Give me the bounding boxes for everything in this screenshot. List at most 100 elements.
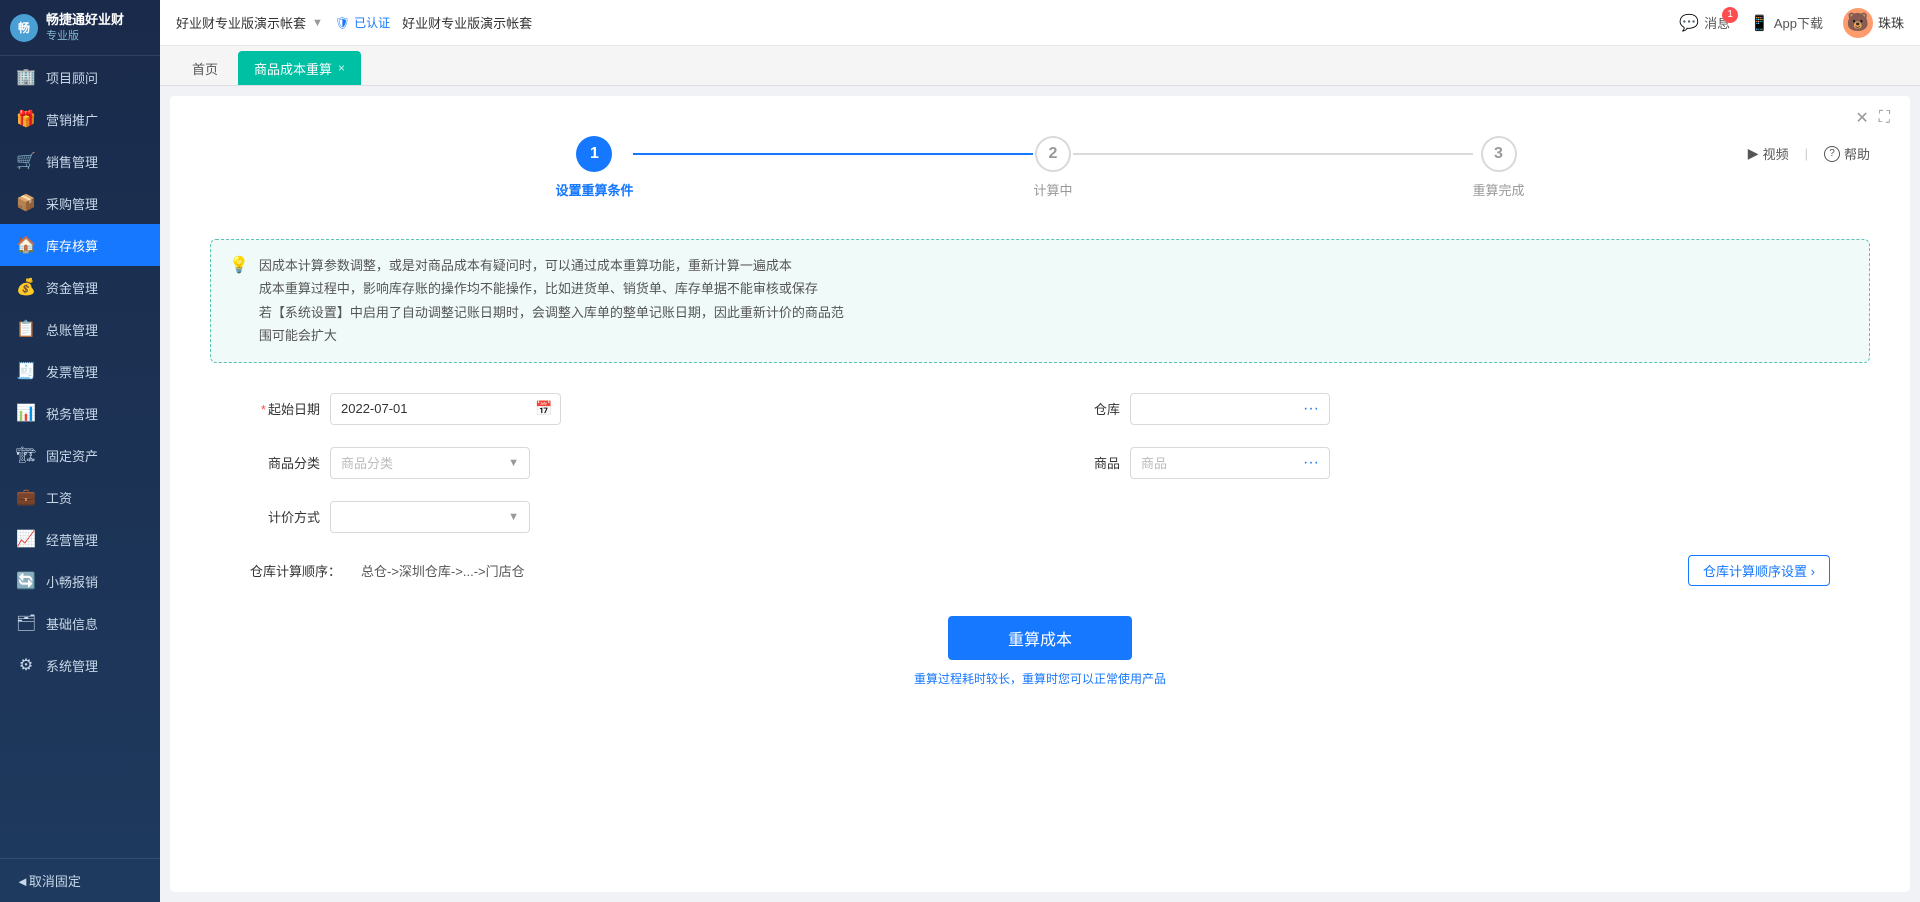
calendar-icon[interactable]: 📅 xyxy=(527,400,560,417)
app-download-button[interactable]: 📱 App下载 xyxy=(1750,13,1823,32)
warehouse-selector[interactable]: ··· xyxy=(1130,393,1330,425)
message-icon: 💬 xyxy=(1679,13,1699,33)
product-placeholder: 商品 xyxy=(1141,453,1297,472)
assets-icon: 🏗 xyxy=(16,445,36,465)
sidebar-item-label: 固定资产 xyxy=(46,446,98,465)
expand-button[interactable]: ⛶ xyxy=(1879,109,1890,127)
product-label: 商品 xyxy=(1050,453,1120,472)
sidebar-item-operations[interactable]: 📈 经营管理 xyxy=(0,518,160,560)
pricing-label: 计价方式 xyxy=(250,507,320,526)
step-2-circle: 2 xyxy=(1035,136,1071,172)
operations-icon: 📈 xyxy=(16,529,36,549)
sidebar-menu: 🏢 项目顾问 🎁 营销推广 🛒 销售管理 📦 采购管理 🏠 库存核算 💰 资金管… xyxy=(0,56,160,858)
sidebar-item-inventory[interactable]: 🏠 库存核算 xyxy=(0,224,160,266)
ellipsis-icon: ··· xyxy=(1303,400,1319,418)
sidebar-item-assets[interactable]: 🏗 固定资产 xyxy=(0,434,160,476)
account-selector[interactable]: 好业财专业版演示帐套 ▼ xyxy=(176,13,323,32)
system-icon: ⚙ xyxy=(16,655,36,675)
step-3-label: 重算完成 xyxy=(1473,180,1525,199)
recalculate-button[interactable]: 重算成本 xyxy=(948,616,1132,660)
sidebar-item-label: 资金管理 xyxy=(46,278,98,297)
start-date-label: *起始日期 xyxy=(250,399,320,418)
info-lightbulb-icon: 💡 xyxy=(229,255,249,275)
sidebar-item-finance[interactable]: 💰 资金管理 xyxy=(0,266,160,308)
verified-badge: 🛡 已认证 xyxy=(335,14,390,31)
sidebar-item-label: 项目顾问 xyxy=(46,68,98,87)
info-box: 💡 因成本计算参数调整，或是对商品成本有疑问时，可以通过成本重算功能，重新计算一… xyxy=(210,239,1870,363)
info-line-2: 成本重算过程中，影响库存账的操作均不能操作，比如进货单、销货单、库存单据不能审核… xyxy=(259,277,844,300)
sidebar-item-purchase[interactable]: 📦 采购管理 xyxy=(0,182,160,224)
main-area: 好业财专业版演示帐套 ▼ 🛡 已认证 好业财专业版演示帐套 💬 消息 1 📱 A… xyxy=(160,0,1920,902)
basic-icon: 🗂 xyxy=(16,613,36,633)
video-help-button[interactable]: ▶ 视频 xyxy=(1748,144,1789,163)
tab-recalc[interactable]: 商品成本重算 × xyxy=(238,51,361,85)
accounting-icon: 📋 xyxy=(16,319,36,339)
warehouse-order-btn-label: 仓库计算顺序设置 › xyxy=(1703,561,1815,580)
avatar: 🐻 xyxy=(1843,8,1873,38)
video-label: 视频 xyxy=(1763,144,1789,163)
sidebar-item-label: 总账管理 xyxy=(46,320,98,339)
sidebar-item-label: 工资 xyxy=(46,488,72,507)
sidebar-item-label: 税务管理 xyxy=(46,404,98,423)
warehouse-order-row: 仓库计算顺序： 总仓->深圳仓库->...->门店仓 仓库计算顺序设置 › xyxy=(250,555,1830,586)
sidebar-item-sales[interactable]: 🛒 销售管理 xyxy=(0,140,160,182)
sidebar-item-tax[interactable]: 📊 税务管理 xyxy=(0,392,160,434)
verified-text: 已认证 xyxy=(354,14,390,31)
form-group-warehouse: 仓库 ··· xyxy=(1050,393,1830,425)
shield-icon: 🛡 xyxy=(335,16,350,30)
sidebar-item-project[interactable]: 🏢 项目顾问 xyxy=(0,56,160,98)
sidebar-unpin-button[interactable]: ◄取消固定 xyxy=(0,858,160,902)
content-area: ✕ ⛶ 1 设置重算条件 2 计算中 3 xyxy=(170,96,1910,892)
step-2: 2 计算中 xyxy=(1033,136,1072,199)
pricing-selector[interactable]: ▼ xyxy=(330,501,530,533)
step-3-circle: 3 xyxy=(1481,136,1517,172)
expense-icon: 🔄 xyxy=(16,571,36,591)
steps-container: 1 设置重算条件 2 计算中 3 重算完成 ▶ 视频 xyxy=(210,126,1870,209)
sidebar-item-accounting[interactable]: 📋 总账管理 xyxy=(0,308,160,350)
close-button[interactable]: ✕ xyxy=(1855,108,1868,128)
app-name: 畅捷通好业财 xyxy=(46,12,124,29)
info-line-4: 围可能会扩大 xyxy=(259,324,844,347)
sidebar-logo: 畅 畅捷通好业财 专业版 xyxy=(0,0,160,56)
recalc-hint: 重算过程耗时较长，重算时您可以正常使用产品 xyxy=(914,670,1166,687)
inventory-icon: 🏠 xyxy=(16,235,36,255)
message-button[interactable]: 💬 消息 1 xyxy=(1679,13,1730,33)
date-field[interactable] xyxy=(331,394,527,424)
sidebar-item-label: 小畅报销 xyxy=(46,572,98,591)
unpin-label: ◄取消固定 xyxy=(16,871,81,890)
invoice-icon: 🧾 xyxy=(16,361,36,381)
sidebar-item-label: 经营管理 xyxy=(46,530,98,549)
help-button[interactable]: ? 帮助 xyxy=(1824,144,1870,163)
form-group-date: *起始日期 📅 xyxy=(250,393,1030,425)
info-line-1: 因成本计算参数调整，或是对商品成本有疑问时，可以通过成本重算功能，重新计算一遍成… xyxy=(259,254,844,277)
step-3: 3 重算完成 xyxy=(1473,136,1525,199)
sidebar-item-expense[interactable]: 🔄 小畅报销 xyxy=(0,560,160,602)
purchase-icon: 📦 xyxy=(16,193,36,213)
sidebar-item-marketing[interactable]: 🎁 营销推广 xyxy=(0,98,160,140)
topbar-right: 💬 消息 1 📱 App下载 🐻 珠珠 xyxy=(1679,8,1904,38)
app-version: 专业版 xyxy=(46,29,124,43)
sales-icon: 🛒 xyxy=(16,151,36,171)
step-line-1 xyxy=(633,153,1033,155)
sidebar-item-system[interactable]: ⚙ 系统管理 xyxy=(0,644,160,686)
category-selector[interactable]: 商品分类 ▼ xyxy=(330,447,530,479)
required-star: * xyxy=(261,402,266,417)
finance-icon: 💰 xyxy=(16,277,36,297)
sidebar-item-salary[interactable]: 💼 工资 xyxy=(0,476,160,518)
app-download-label: App下载 xyxy=(1774,13,1823,32)
help-circle-icon: ? xyxy=(1824,146,1840,162)
warehouse-order-label: 仓库计算顺序： xyxy=(250,561,341,580)
sidebar-item-invoice[interactable]: 🧾 发票管理 xyxy=(0,350,160,392)
salary-icon: 💼 xyxy=(16,487,36,507)
start-date-input[interactable]: 📅 xyxy=(330,393,561,425)
form-group-category: 商品分类 商品分类 ▼ xyxy=(250,447,1030,479)
app-logo-text: 畅捷通好业财 专业版 xyxy=(46,12,124,43)
marketing-icon: 🎁 xyxy=(16,109,36,129)
tab-close-icon[interactable]: × xyxy=(338,61,345,75)
sidebar-item-label: 系统管理 xyxy=(46,656,98,675)
tab-home[interactable]: 首页 xyxy=(176,51,234,85)
product-selector[interactable]: 商品 ··· xyxy=(1130,447,1330,479)
user-button[interactable]: 🐻 珠珠 xyxy=(1843,8,1904,38)
sidebar-item-basic[interactable]: 🗂 基础信息 xyxy=(0,602,160,644)
warehouse-order-settings-button[interactable]: 仓库计算顺序设置 › xyxy=(1688,555,1830,586)
